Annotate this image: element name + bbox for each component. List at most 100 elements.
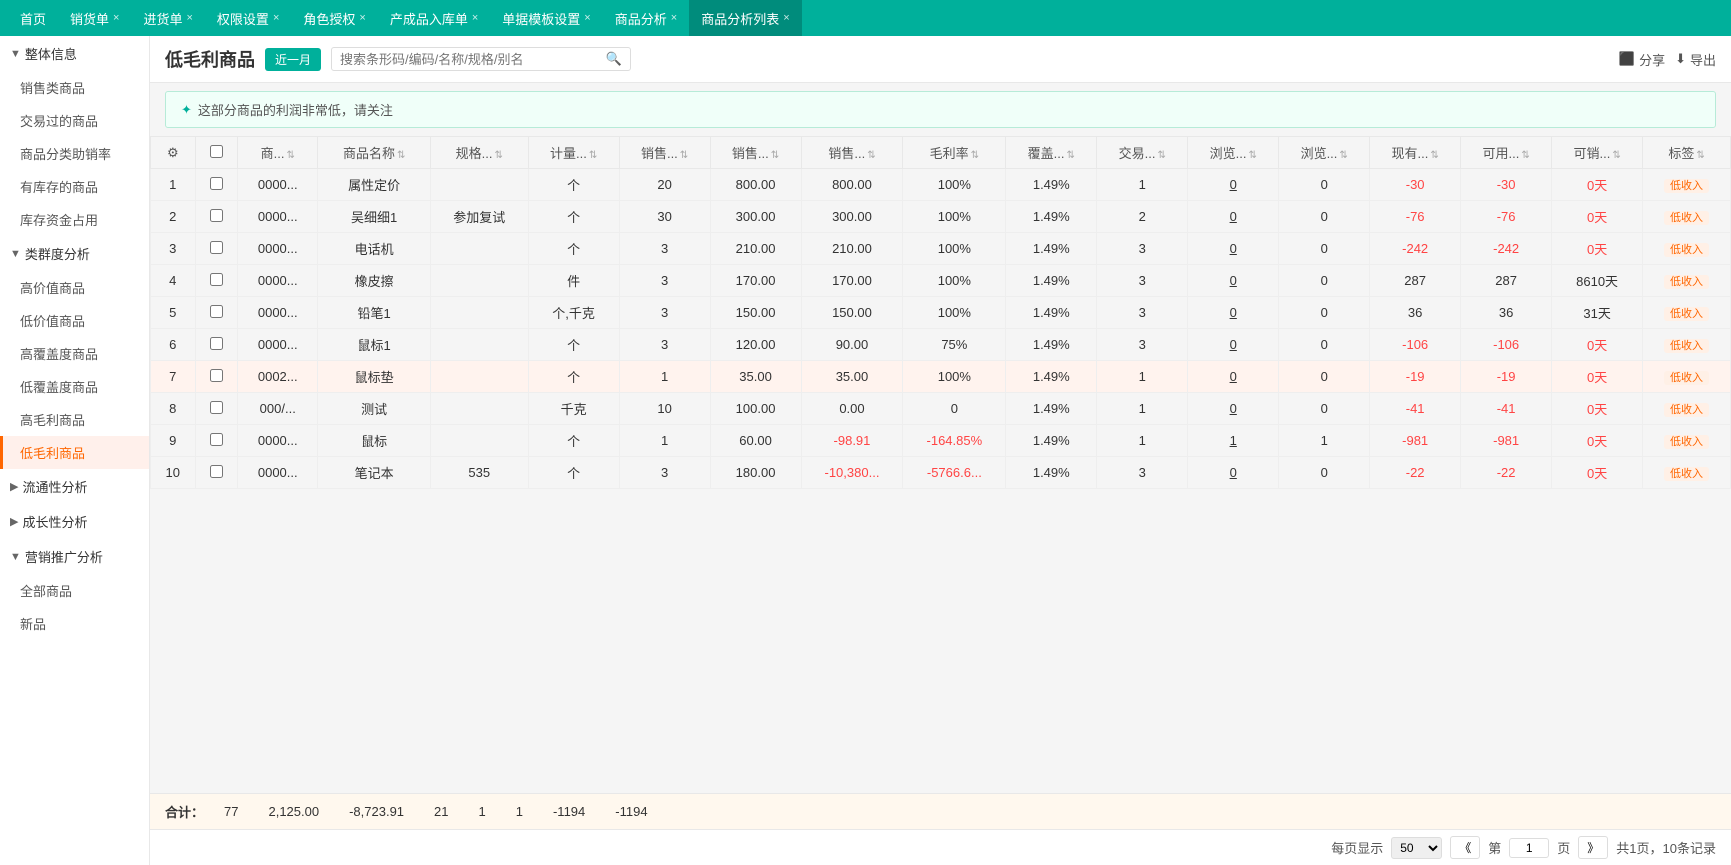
sidebar-group-growth[interactable]: ▶ 成长性分析 — [0, 504, 149, 539]
share-button[interactable]: ⬛ 分享 — [1619, 50, 1665, 69]
row-available: -242 — [1461, 233, 1552, 265]
th-sales-qty[interactable]: 销售...⇅ — [619, 137, 710, 169]
th-sales-amt[interactable]: 销售...⇅ — [801, 137, 903, 169]
th-unit[interactable]: 计量...⇅ — [528, 137, 619, 169]
search-icon[interactable]: 🔍 — [606, 51, 622, 67]
th-browse2[interactable]: 浏览...⇅ — [1279, 137, 1370, 169]
nav-analysis-list[interactable]: 商品分析列表 × — [689, 0, 801, 36]
next-page-button[interactable]: 》 — [1578, 836, 1608, 859]
select-all-checkbox[interactable] — [210, 145, 223, 158]
row-browse1[interactable]: 0 — [1188, 297, 1279, 329]
sidebar-item-high-gross[interactable]: 高毛利商品 — [0, 403, 149, 436]
prev-page-button[interactable]: 《 — [1450, 836, 1480, 859]
close-template-icon[interactable]: × — [584, 12, 590, 24]
row-checkbox[interactable] — [195, 265, 237, 297]
row-checkbox[interactable] — [195, 329, 237, 361]
close-analysis-list-icon[interactable]: × — [783, 12, 789, 24]
row-select[interactable] — [210, 273, 223, 286]
page-input[interactable] — [1509, 838, 1549, 858]
nav-home[interactable]: 首页 — [8, 0, 58, 36]
nav-template[interactable]: 单据模板设置 × — [490, 0, 602, 36]
sidebar-item-low-gross[interactable]: 低毛利商品 — [0, 436, 149, 469]
sidebar-group-overall[interactable]: ▼ 整体信息 — [0, 36, 149, 71]
row-checkbox[interactable] — [195, 361, 237, 393]
nav-purchase[interactable]: 进货单 × — [131, 0, 204, 36]
row-select[interactable] — [210, 241, 223, 254]
row-checkbox[interactable] — [195, 233, 237, 265]
sidebar-group-marketing[interactable]: ▼ 营销推广分析 — [0, 539, 149, 574]
row-select[interactable] — [210, 177, 223, 190]
date-filter-button[interactable]: 近一月 — [265, 48, 321, 71]
close-analysis-icon[interactable]: × — [671, 12, 677, 24]
row-checkbox[interactable] — [195, 457, 237, 489]
th-spec[interactable]: 规格...⇅ — [430, 137, 528, 169]
sidebar-item-high-coverage[interactable]: 高覆盖度商品 — [0, 337, 149, 370]
row-checkbox[interactable] — [195, 393, 237, 425]
th-current[interactable]: 现有...⇅ — [1370, 137, 1461, 169]
nav-product-analysis[interactable]: 商品分析 × — [603, 0, 689, 36]
close-product-entry-icon[interactable]: × — [472, 12, 478, 24]
row-browse1[interactable]: 0 — [1188, 201, 1279, 233]
sidebar-item-high-value[interactable]: 高价值商品 — [0, 271, 149, 304]
nav-sales[interactable]: 销货单 × — [58, 0, 131, 36]
sidebar-group-cluster[interactable]: ▼ 类群度分析 — [0, 236, 149, 271]
th-checkbox[interactable] — [195, 137, 237, 169]
row-select[interactable] — [210, 369, 223, 382]
row-select[interactable] — [210, 337, 223, 350]
th-gross-rate[interactable]: 毛利率⇅ — [903, 137, 1006, 169]
row-select[interactable] — [210, 465, 223, 478]
th-name[interactable]: 商品名称⇅ — [318, 137, 430, 169]
row-browse1[interactable]: 0 — [1188, 265, 1279, 297]
sidebar-item-low-value[interactable]: 低价值商品 — [0, 304, 149, 337]
th-settings[interactable]: ⚙ — [151, 137, 196, 169]
th-tag[interactable]: 标签⇅ — [1643, 137, 1731, 169]
sidebar-item-stock-capital[interactable]: 库存资金占用 — [0, 203, 149, 236]
th-code[interactable]: 商...⇅ — [238, 137, 318, 169]
row-spec — [430, 297, 528, 329]
table-row: 7 0002... 鼠标垫 个 1 35.00 35.00 100% 1.49%… — [151, 361, 1731, 393]
sidebar-item-stocked-products[interactable]: 有库存的商品 — [0, 170, 149, 203]
close-permission-icon[interactable]: × — [273, 12, 279, 24]
sidebar-item-traded-products[interactable]: 交易过的商品 — [0, 104, 149, 137]
row-gross-rate: 75% — [903, 329, 1006, 361]
th-sellable[interactable]: 可销...⇅ — [1552, 137, 1643, 169]
export-button[interactable]: ⬇ 导出 — [1675, 50, 1716, 69]
th-browse1[interactable]: 浏览...⇅ — [1188, 137, 1279, 169]
row-browse1[interactable]: 0 — [1188, 233, 1279, 265]
row-checkbox[interactable] — [195, 297, 237, 329]
nav-permission[interactable]: 权限设置 × — [205, 0, 291, 36]
per-page-select[interactable]: 50 100 200 — [1391, 837, 1442, 859]
row-browse2: 1 — [1279, 425, 1370, 457]
nav-role[interactable]: 角色授权 × — [291, 0, 377, 36]
row-browse1[interactable]: 0 — [1188, 457, 1279, 489]
sidebar-item-low-coverage[interactable]: 低覆盖度商品 — [0, 370, 149, 403]
close-purchase-icon[interactable]: × — [186, 12, 192, 24]
row-browse1[interactable]: 0 — [1188, 393, 1279, 425]
search-box[interactable]: 🔍 — [331, 47, 631, 71]
sidebar-item-category-rate[interactable]: 商品分类助销率 — [0, 137, 149, 170]
close-sales-icon[interactable]: × — [113, 12, 119, 24]
row-browse1[interactable]: 0 — [1188, 169, 1279, 201]
row-checkbox[interactable] — [195, 201, 237, 233]
sidebar-item-sales-products[interactable]: 销售类商品 — [0, 71, 149, 104]
th-available[interactable]: 可用...⇅ — [1461, 137, 1552, 169]
close-role-icon[interactable]: × — [359, 12, 365, 24]
sidebar-item-new-products[interactable]: 新品 — [0, 607, 149, 640]
th-cover-rate[interactable]: 覆盖...⇅ — [1006, 137, 1097, 169]
search-input[interactable] — [340, 52, 602, 67]
row-browse1[interactable]: 1 — [1188, 425, 1279, 457]
row-available: -981 — [1461, 425, 1552, 457]
row-select[interactable] — [210, 209, 223, 222]
row-browse1[interactable]: 0 — [1188, 329, 1279, 361]
row-select[interactable] — [210, 401, 223, 414]
sidebar-group-flow[interactable]: ▶ 流通性分析 — [0, 469, 149, 504]
sidebar-item-all-products[interactable]: 全部商品 — [0, 574, 149, 607]
nav-product-entry[interactable]: 产成品入库单 × — [378, 0, 490, 36]
row-browse1[interactable]: 0 — [1188, 361, 1279, 393]
row-checkbox[interactable] — [195, 425, 237, 457]
row-checkbox[interactable] — [195, 169, 237, 201]
row-select[interactable] — [210, 433, 223, 446]
row-select[interactable] — [210, 305, 223, 318]
th-trade-count[interactable]: 交易...⇅ — [1097, 137, 1188, 169]
th-sales-price[interactable]: 销售...⇅ — [710, 137, 801, 169]
